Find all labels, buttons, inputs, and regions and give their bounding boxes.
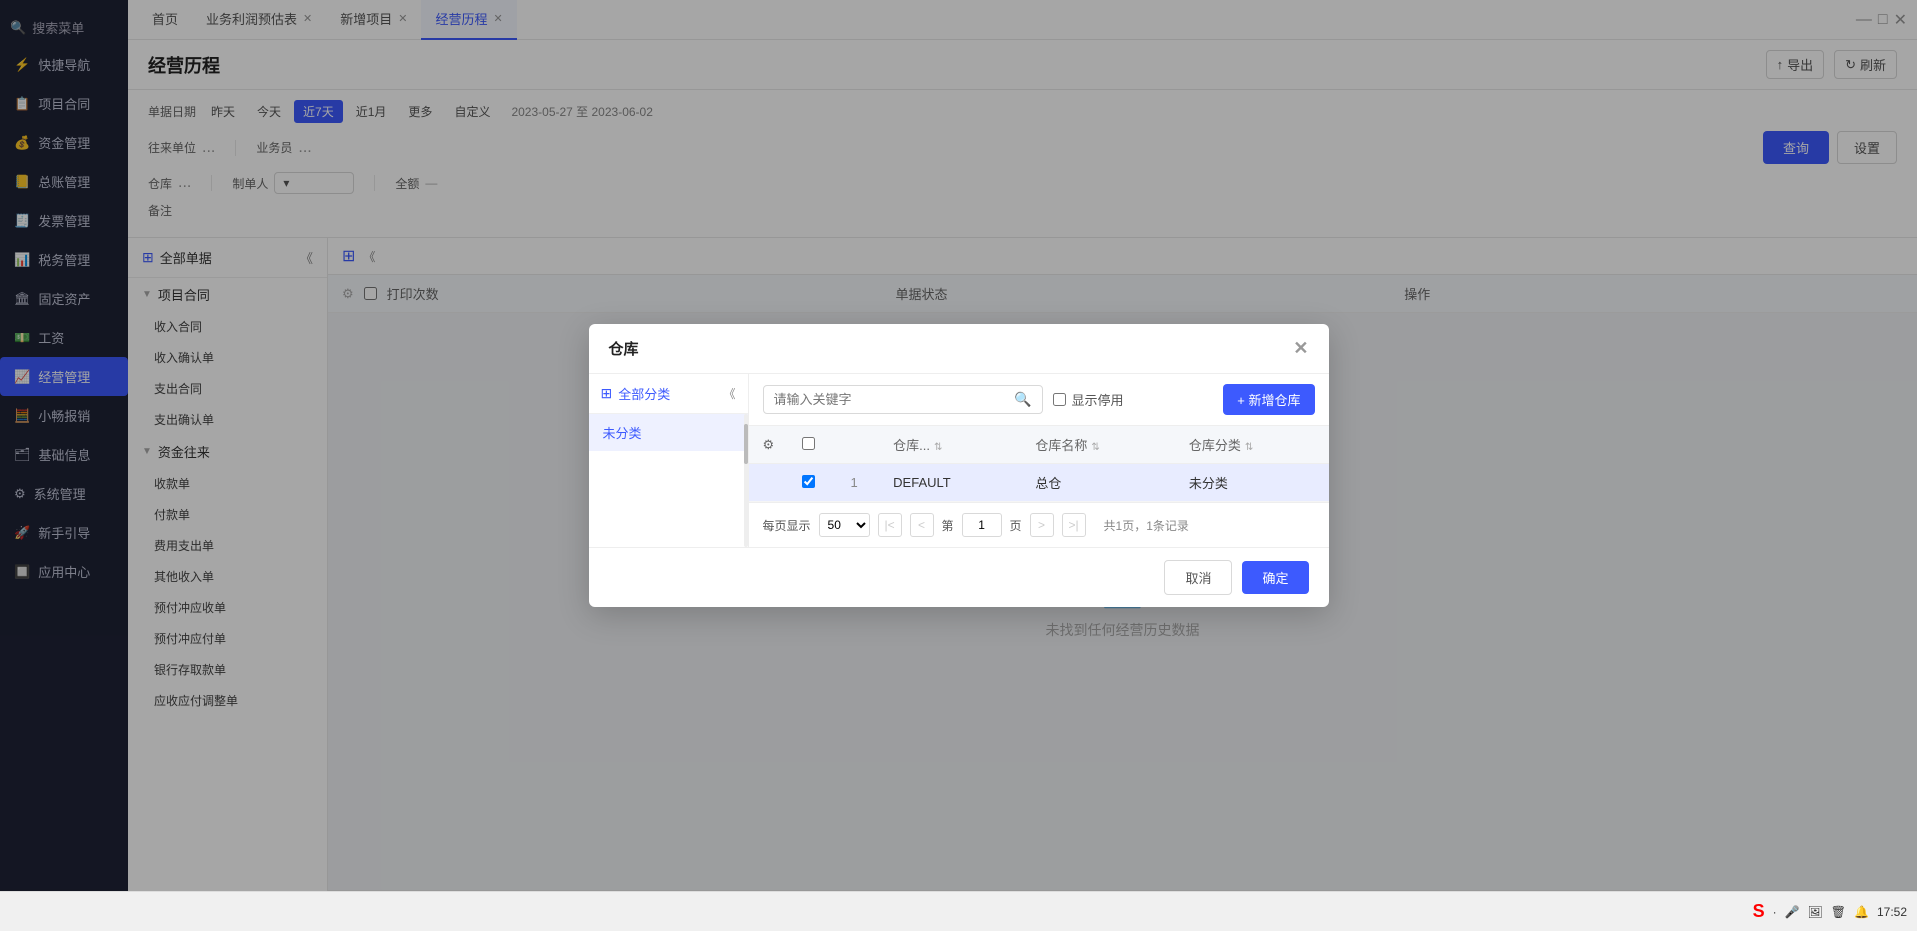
modal-per-page-select[interactable]: 50 10 20 100 <box>819 513 870 537</box>
pagination-next[interactable]: > <box>1030 513 1054 537</box>
row-setting <box>749 464 789 502</box>
taskbar-time: 17:52 <box>1877 905 1907 919</box>
modal-pagination: 每页显示 50 10 20 100 |< < 第 页 > >| 共1页，1条记录 <box>749 502 1329 547</box>
pagination-page-label: 第 <box>942 517 954 534</box>
category-uncategorized[interactable]: 未分类 <box>589 414 748 451</box>
pagination-first[interactable]: |< <box>878 513 902 537</box>
modal-search-box[interactable]: 🔍 <box>763 385 1043 414</box>
modal-per-page-label: 每页显示 <box>763 517 811 534</box>
modal-search-icon: 🔍 <box>1014 391 1031 408</box>
taskbar-icon-img: 🖼 <box>1808 905 1823 919</box>
modal-right-panel: 🔍 显示停用 + 新增仓库 ⚙ <box>749 374 1329 547</box>
row-name: 总仓 <box>1021 464 1175 502</box>
row-code: DEFAULT <box>879 464 1021 502</box>
warehouse-modal: 仓库 ✕ ⊞ 全部分类 《 未分类 <box>589 324 1329 607</box>
taskbar-icon-dot: · <box>1773 905 1777 919</box>
taskbar-icon-bell: 🔔 <box>1854 905 1869 919</box>
modal-footer: 取消 确定 <box>589 547 1329 607</box>
modal-category-panel: ⊞ 全部分类 《 未分类 <box>589 374 749 547</box>
modal-table: ⚙ 仓库...⇅ 仓库名称⇅ 仓库分类⇅ <box>749 426 1329 502</box>
modal-category-header: ⊞ 全部分类 《 <box>589 374 748 414</box>
th-category: 仓库分类⇅ <box>1175 426 1329 464</box>
sort-code-icon: ⇅ <box>934 442 942 453</box>
category-all-label: 全部分类 <box>618 384 670 403</box>
modal-search-input[interactable] <box>774 392 1009 407</box>
modal-left-scrollbar[interactable] <box>744 414 748 547</box>
th-check <box>788 426 829 464</box>
pagination-last[interactable]: >| <box>1062 513 1086 537</box>
taskbar-right: S · 🎤 🖼 🗑 🔔 17:52 <box>1753 901 1907 922</box>
modal-category-scroll[interactable]: 未分类 <box>589 414 748 547</box>
taskbar: S · 🎤 🖼 🗑 🔔 17:52 <box>0 891 1917 931</box>
modal-header: 仓库 ✕ <box>589 324 1329 374</box>
confirm-button[interactable]: 确定 <box>1242 561 1308 594</box>
pagination-page-input[interactable] <box>962 513 1002 537</box>
sort-name-icon: ⇅ <box>1091 442 1099 453</box>
row-check[interactable] <box>788 464 829 502</box>
pagination-page-suffix: 页 <box>1010 517 1022 534</box>
taskbar-icon-mic: 🎤 <box>1785 905 1800 919</box>
sort-cat-icon: ⇅ <box>1245 442 1253 453</box>
taskbar-icon-trash: 🗑 <box>1831 905 1846 919</box>
th-setting: ⚙ <box>749 426 789 464</box>
modal-toolbar: 🔍 显示停用 + 新增仓库 <box>749 374 1329 426</box>
th-index <box>829 426 879 464</box>
show-disabled-checkbox[interactable] <box>1053 393 1066 406</box>
pagination-total: 共1页，1条记录 <box>1104 517 1189 534</box>
table-row[interactable]: 1 DEFAULT 总仓 未分类 <box>749 464 1329 502</box>
th-code: 仓库...⇅ <box>879 426 1021 464</box>
taskbar-icon-s: S <box>1753 901 1765 922</box>
add-warehouse-button[interactable]: + 新增仓库 <box>1223 384 1314 415</box>
modal-body: ⊞ 全部分类 《 未分类 🔍 <box>589 374 1329 547</box>
category-collapse-icon[interactable]: 《 <box>723 385 735 402</box>
cancel-button[interactable]: 取消 <box>1164 560 1232 595</box>
pagination-prev[interactable]: < <box>910 513 934 537</box>
show-disabled-label[interactable]: 显示停用 <box>1053 390 1124 409</box>
row-category: 未分类 <box>1175 464 1329 502</box>
category-grid-icon: ⊞ <box>601 385 613 402</box>
row-index: 1 <box>829 464 879 502</box>
modal-left-scrollbar-thumb <box>744 424 748 464</box>
modal-select-all[interactable] <box>802 437 815 450</box>
modal-close-button[interactable]: ✕ <box>1293 338 1308 359</box>
modal-title: 仓库 <box>609 338 639 359</box>
modal-overlay[interactable]: 仓库 ✕ ⊞ 全部分类 《 未分类 <box>0 0 1917 931</box>
th-name: 仓库名称⇅ <box>1021 426 1175 464</box>
